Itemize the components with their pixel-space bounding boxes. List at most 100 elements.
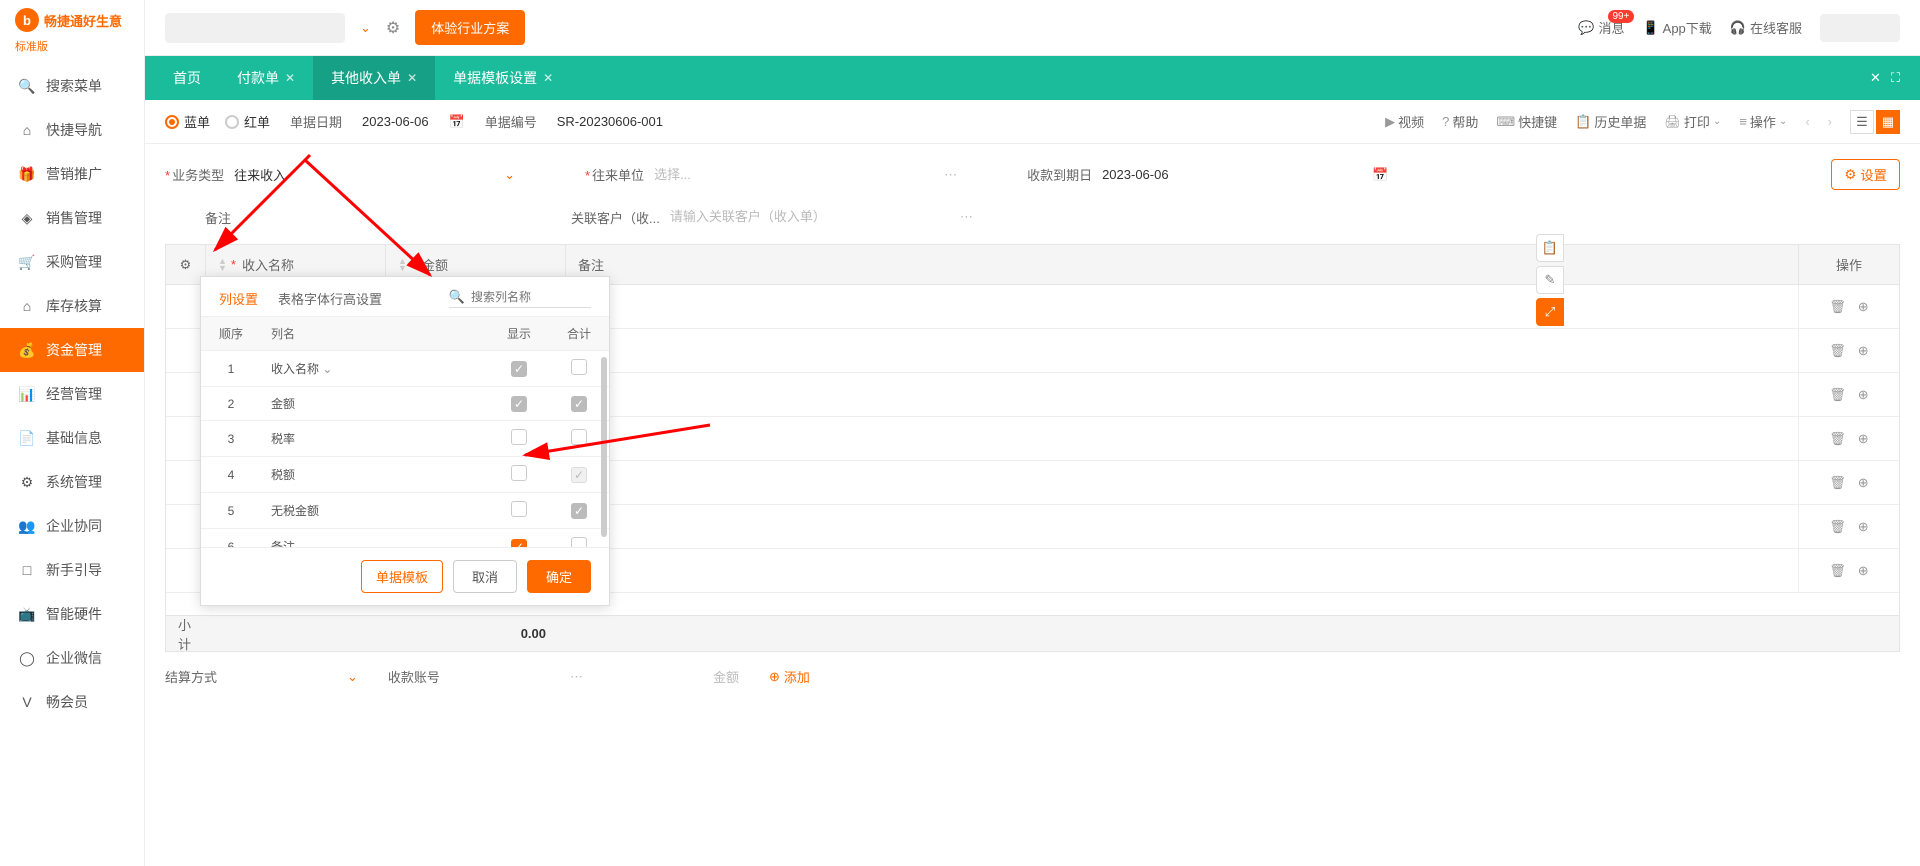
popup-tab-font[interactable]: 表格字体行高设置 — [278, 289, 382, 308]
close-icon[interactable]: ✕ — [407, 71, 417, 85]
customer-field: 关联客户（收... ⋯ — [571, 205, 973, 229]
delete-icon[interactable]: 🗑 — [1829, 431, 1846, 447]
checkbox-icon[interactable] — [571, 359, 587, 375]
remark-input[interactable] — [241, 205, 521, 229]
chevron-down-icon[interactable]: ⌄ — [347, 669, 358, 685]
customer-input[interactable] — [670, 205, 950, 229]
sidebar-item-wechat[interactable]: ◯ 企业微信 — [0, 636, 144, 680]
sidebar-item-doc[interactable]: 📄基础信息 — [0, 416, 144, 460]
cancel-button[interactable]: 取消 — [453, 560, 517, 593]
toolbar-link[interactable]: ?帮助 — [1442, 112, 1478, 131]
close-icon[interactable]: ✕ — [285, 71, 295, 85]
nav-next-icon[interactable]: › — [1828, 114, 1832, 129]
copy-icon[interactable]: ⊕ — [1858, 299, 1869, 315]
settings-button[interactable]: ⚙设置 — [1831, 159, 1900, 190]
wechat-icon: ◯ — [18, 649, 36, 667]
calendar-icon[interactable]: 📅 — [449, 114, 465, 130]
delete-icon[interactable]: 🗑 — [1829, 519, 1846, 535]
delete-icon[interactable]: 🗑 — [1829, 475, 1846, 491]
checkbox-icon[interactable]: ✓ — [571, 503, 587, 519]
user-avatar[interactable] — [1820, 14, 1900, 42]
sidebar-item-hw[interactable]: 📺智能硬件 — [0, 592, 144, 636]
chat-icon: 💬 — [1578, 20, 1594, 36]
sidebar-item-team[interactable]: 👥企业协同 — [0, 504, 144, 548]
rail-note-icon[interactable]: 📋 — [1536, 234, 1564, 262]
nav-prev-icon[interactable]: ‹ — [1805, 114, 1809, 129]
template-button[interactable]: 单据模板 — [361, 560, 443, 593]
logo: b 畅捷通好生意 — [0, 0, 144, 40]
toolbar-link[interactable]: ⌨快捷键 — [1496, 112, 1557, 131]
fullscreen-icon[interactable]: ⛶ — [1891, 70, 1900, 86]
date-value: 2023-06-06 — [362, 114, 429, 129]
toolbar-link[interactable]: ▶视频 — [1385, 112, 1424, 131]
close-all-icon[interactable]: ✕ — [1870, 70, 1881, 86]
app-download-link[interactable]: 📱App下载 — [1642, 18, 1711, 37]
more-icon[interactable]: ⋯ — [570, 669, 583, 685]
sidebar-item-home[interactable]: ⌂快捷导航 — [0, 108, 144, 152]
sidebar-item-label: 企业微信 — [46, 648, 102, 668]
toolbar-link[interactable]: ≡操作⌄ — [1739, 112, 1787, 131]
popup-search-input[interactable] — [471, 290, 591, 304]
gear-icon[interactable]: ⚙ — [386, 18, 400, 38]
delete-icon[interactable]: 🗑 — [1829, 343, 1846, 359]
unit-input[interactable] — [654, 163, 934, 187]
sidebar-item-new[interactable]: □新手引导 — [0, 548, 144, 592]
copy-icon[interactable]: ⊕ — [1858, 343, 1869, 359]
popup-tab-columns[interactable]: 列设置 — [219, 289, 258, 308]
checkbox-icon[interactable]: ✓ — [511, 539, 527, 548]
scrollbar[interactable] — [601, 357, 607, 537]
org-selector[interactable] — [165, 13, 345, 43]
sidebar-item-badge[interactable]: ◈销售管理 — [0, 196, 144, 240]
toolbar-link[interactable]: 🖨打印⌄ — [1664, 112, 1721, 131]
tab[interactable]: 付款单✕ — [219, 56, 313, 100]
sidebar-item-stock[interactable]: ⌂库存核算 — [0, 284, 144, 328]
chevron-down-icon[interactable]: ⌄ — [504, 167, 515, 183]
tab[interactable]: 其他收入单✕ — [313, 56, 435, 100]
chevron-down-icon[interactable]: ⌄ — [360, 20, 371, 36]
checkbox-icon[interactable]: ✓ — [571, 396, 587, 412]
radio-red[interactable]: 红单 — [225, 112, 270, 131]
rail-expand-icon[interactable]: ⤢ — [1536, 298, 1564, 326]
calendar-icon[interactable]: 📅 — [1372, 167, 1388, 183]
sidebar-item-chart[interactable]: 📊经营管理 — [0, 372, 144, 416]
copy-icon[interactable]: ⊕ — [1858, 519, 1869, 535]
ok-button[interactable]: 确定 — [527, 560, 591, 593]
delete-icon[interactable]: 🗑 — [1829, 387, 1846, 403]
delete-icon[interactable]: 🗑 — [1829, 299, 1846, 315]
sidebar-item-money[interactable]: 💰资金管理 — [0, 328, 144, 372]
checkbox-icon[interactable]: ✓ — [511, 396, 527, 412]
sidebar-item-label: 快捷导航 — [46, 120, 102, 140]
try-industry-button[interactable]: 体验行业方案 — [415, 10, 525, 45]
rail-edit-icon[interactable]: ✎ — [1536, 266, 1564, 294]
checkbox-icon[interactable] — [511, 429, 527, 445]
sidebar-item-vip[interactable]: V畅会员 — [0, 680, 144, 724]
sidebar-item-gift[interactable]: 🎁营销推广 — [0, 152, 144, 196]
view-grid-icon[interactable]: ▦ — [1876, 110, 1900, 134]
toolbar-link[interactable]: 📋历史单据 — [1575, 112, 1646, 131]
online-service-link[interactable]: 🎧在线客服 — [1730, 18, 1802, 37]
checkbox-icon[interactable] — [571, 537, 587, 547]
sidebar-item-sys[interactable]: ⚙系统管理 — [0, 460, 144, 504]
copy-icon[interactable]: ⊕ — [1858, 475, 1869, 491]
copy-icon[interactable]: ⊕ — [1858, 387, 1869, 403]
checkbox-icon[interactable]: ✓ — [511, 361, 527, 377]
add-button[interactable]: ⊕添加 — [769, 667, 810, 686]
messages-link[interactable]: 💬 消息 99+ — [1578, 18, 1624, 37]
checkbox-icon[interactable] — [571, 429, 587, 445]
checkbox-icon[interactable] — [511, 501, 527, 517]
copy-icon[interactable]: ⊕ — [1858, 563, 1869, 579]
hw-icon: 📺 — [18, 605, 36, 623]
more-icon[interactable]: ⋯ — [944, 167, 957, 183]
tab[interactable]: 首页 — [155, 56, 219, 100]
more-icon[interactable]: ⋯ — [960, 209, 973, 225]
checkbox-icon[interactable] — [511, 465, 527, 481]
radio-blue[interactable]: 蓝单 — [165, 112, 210, 131]
close-icon[interactable]: ✕ — [543, 71, 553, 85]
biz-type-value[interactable]: 往来收入 — [234, 165, 494, 184]
delete-icon[interactable]: 🗑 — [1829, 563, 1846, 579]
tab[interactable]: 单据模板设置✕ — [435, 56, 571, 100]
copy-icon[interactable]: ⊕ — [1858, 431, 1869, 447]
view-list-icon[interactable]: ☰ — [1850, 110, 1874, 134]
sidebar-item-cart[interactable]: 🛒采购管理 — [0, 240, 144, 284]
sidebar-item-search[interactable]: 🔍搜索菜单 — [0, 64, 144, 108]
